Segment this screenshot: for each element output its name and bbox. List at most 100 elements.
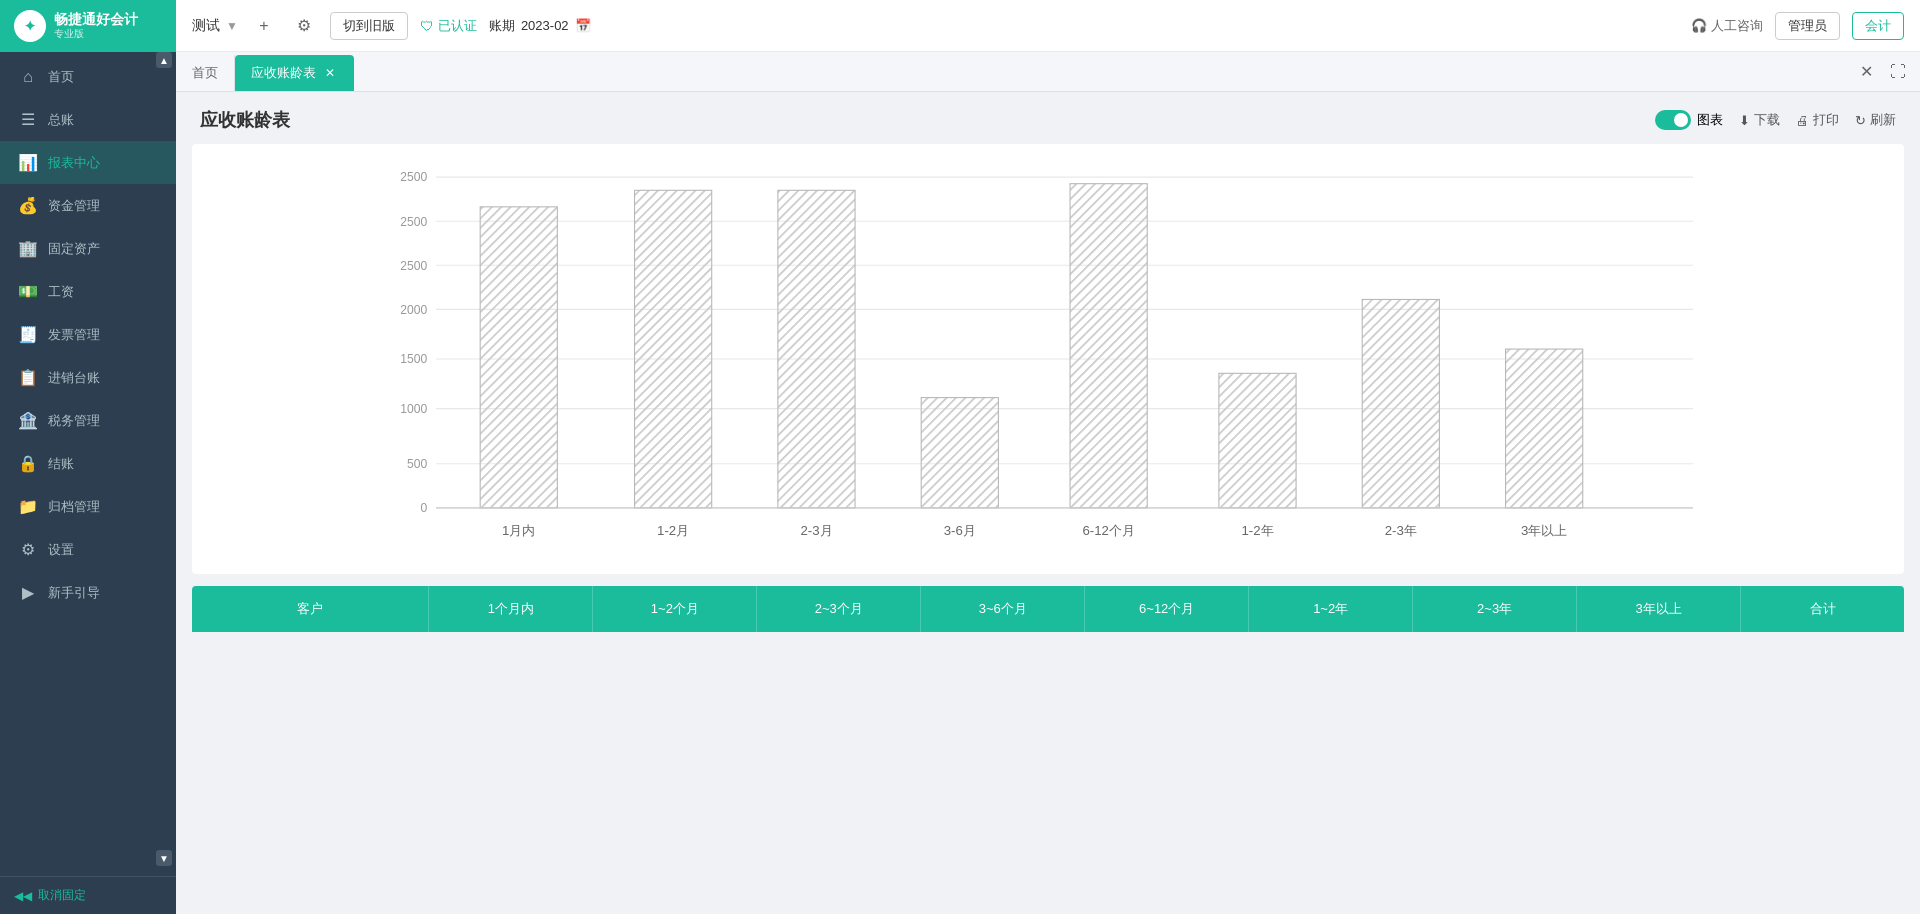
tab-expand-button[interactable]: ⛶: [1884, 58, 1912, 86]
svg-text:2500: 2500: [400, 170, 427, 184]
sidebar-item-archive[interactable]: 📁 归档管理: [0, 485, 176, 528]
role-button[interactable]: 会计: [1852, 12, 1904, 40]
tab-aging-close-button[interactable]: ✕: [322, 65, 338, 81]
col-1-2year: 1~2年: [1249, 586, 1413, 632]
sales-icon: 📋: [18, 368, 38, 387]
cancel-fixed-button[interactable]: ◀◀ 取消固定: [0, 876, 176, 914]
archive-icon: 📁: [18, 497, 38, 516]
col-3plus-year: 3年以上: [1577, 586, 1741, 632]
tabbar: 首页 应收账龄表 ✕ ✕ ⛶: [176, 52, 1920, 92]
tab-home[interactable]: 首页: [176, 55, 235, 91]
svg-text:2-3月: 2-3月: [800, 523, 832, 538]
bar-1-2年: [1219, 373, 1296, 508]
funds-icon: 💰: [18, 196, 38, 215]
col-6-12month: 6~12个月: [1085, 586, 1249, 632]
period-value: 2023-02: [521, 18, 569, 33]
sidebar-scroll-up[interactable]: ▲: [156, 52, 172, 68]
sidebar-nav: ⌂ 首页 ☰ 总账 📊 报表中心 💰 资金管理 🏢 固定资产 💵 工资 🧾 发票…: [0, 52, 176, 876]
gear-icon: ⚙: [297, 16, 311, 35]
svg-text:1-2月: 1-2月: [657, 523, 689, 538]
print-button[interactable]: 🖨 打印: [1796, 111, 1839, 129]
app-name: 畅捷通好会计: [54, 11, 138, 28]
role-label: 会计: [1865, 18, 1891, 33]
sidebar-item-ledger[interactable]: ☰ 总账: [0, 98, 176, 141]
download-button[interactable]: ⬇ 下载: [1739, 111, 1780, 129]
col-2-3month: 2~3个月: [757, 586, 921, 632]
sidebar-item-guide[interactable]: ▶ 新手引导: [0, 571, 176, 614]
certified-badge: 🛡 已认证: [420, 17, 477, 35]
sidebar: ✦ 畅捷通好会计 专业版 ▲ ⌂ 首页 ☰ 总账 📊 报表中心 💰 资金管理 🏢…: [0, 0, 176, 914]
project-chevron-icon: ▼: [226, 19, 238, 33]
page-title: 应收账龄表: [200, 108, 290, 132]
svg-text:3年以上: 3年以上: [1521, 523, 1567, 538]
user-button[interactable]: 管理员: [1775, 12, 1840, 40]
bar-6-12月: [1070, 184, 1147, 508]
sidebar-label-invoice: 发票管理: [48, 326, 100, 344]
tab-aging[interactable]: 应收账龄表 ✕: [235, 55, 354, 91]
sidebar-item-settings[interactable]: ⚙ 设置: [0, 528, 176, 571]
sidebar-label-reports: 报表中心: [48, 154, 100, 172]
main-area: 测试 ▼ + ⚙ 切到旧版 🛡 已认证 账期 2023-02 📅 🎧 人工咨询 …: [176, 0, 1920, 914]
bar-1月内: [480, 207, 557, 508]
project-selector[interactable]: 测试 ▼: [192, 17, 238, 35]
sidebar-scroll-down[interactable]: ▼: [156, 850, 172, 866]
calendar-icon: 📅: [575, 18, 591, 33]
app-logo-icon: ✦: [14, 10, 46, 42]
chart-container: 2500 2500 2500 2000 1500 1000 500 0: [192, 144, 1904, 574]
col-2-3year: 2~3年: [1413, 586, 1577, 632]
sidebar-item-tax[interactable]: 🏦 税务管理: [0, 399, 176, 442]
sidebar-item-funds[interactable]: 💰 资金管理: [0, 184, 176, 227]
svg-text:1500: 1500: [400, 352, 427, 366]
sidebar-logo: ✦ 畅捷通好会计 专业版: [0, 0, 176, 52]
reports-icon: 📊: [18, 153, 38, 172]
app-edition: 专业版: [54, 27, 138, 41]
col-total: 合计: [1741, 586, 1904, 632]
svg-text:2500: 2500: [400, 259, 427, 273]
page-header: 应收账龄表 图表 ⬇ 下载 🖨 打印 ↻ 刷新: [176, 92, 1920, 144]
headset-icon: 🎧: [1691, 18, 1707, 33]
user-label: 管理员: [1788, 18, 1827, 33]
sidebar-item-invoice[interactable]: 🧾 发票管理: [0, 313, 176, 356]
add-button[interactable]: +: [250, 12, 278, 40]
svg-text:500: 500: [407, 457, 427, 471]
assets-icon: 🏢: [18, 239, 38, 258]
certified-label: 已认证: [438, 17, 477, 35]
switch-version-button[interactable]: 切到旧版: [330, 12, 408, 40]
print-label: 打印: [1813, 111, 1839, 129]
sidebar-item-close[interactable]: 🔒 结账: [0, 442, 176, 485]
chart-toggle-wrap: 图表: [1655, 110, 1723, 130]
ledger-icon: ☰: [18, 110, 38, 129]
tab-close-button[interactable]: ✕: [1852, 58, 1880, 86]
tab-aging-label: 应收账龄表: [251, 64, 316, 82]
sidebar-label-home: 首页: [48, 68, 74, 86]
page-actions: 图表 ⬇ 下载 🖨 打印 ↻ 刷新: [1655, 110, 1896, 130]
tabbar-actions: ✕ ⛶: [1852, 52, 1920, 91]
guide-icon: ▶: [18, 583, 38, 602]
table-header: 客户 1个月内 1~2个月 2~3个月 3~6个月 6~12个月 1~2年 2~…: [192, 586, 1904, 632]
bar-2-3月: [778, 190, 855, 508]
period-label: 账期: [489, 17, 515, 35]
consult-button[interactable]: 🎧 人工咨询: [1691, 17, 1763, 35]
bar-1-2月: [635, 190, 712, 508]
refresh-label: 刷新: [1870, 111, 1896, 129]
pin-icon: ◀◀: [14, 889, 32, 903]
consult-label: 人工咨询: [1711, 17, 1763, 35]
table-container: 客户 1个月内 1~2个月 2~3个月 3~6个月 6~12个月 1~2年 2~…: [192, 586, 1904, 632]
sidebar-item-home[interactable]: ⌂ 首页: [0, 56, 176, 98]
sidebar-label-archive: 归档管理: [48, 498, 100, 516]
sidebar-label-sales: 进销台账: [48, 369, 100, 387]
chart-toggle[interactable]: [1655, 110, 1691, 130]
sidebar-label-guide: 新手引导: [48, 584, 100, 602]
sidebar-item-reports[interactable]: 📊 报表中心: [0, 141, 176, 184]
sidebar-item-wages[interactable]: 💵 工资: [0, 270, 176, 313]
chart-toggle-label: 图表: [1697, 111, 1723, 129]
sidebar-item-assets[interactable]: 🏢 固定资产: [0, 227, 176, 270]
tax-icon: 🏦: [18, 411, 38, 430]
col-1-2month: 1~2个月: [593, 586, 757, 632]
svg-text:2500: 2500: [400, 215, 427, 229]
refresh-button[interactable]: ↻ 刷新: [1855, 111, 1896, 129]
topbar: 测试 ▼ + ⚙ 切到旧版 🛡 已认证 账期 2023-02 📅 🎧 人工咨询 …: [176, 0, 1920, 52]
sidebar-label-tax: 税务管理: [48, 412, 100, 430]
settings-button[interactable]: ⚙: [290, 12, 318, 40]
sidebar-item-sales[interactable]: 📋 进销台账: [0, 356, 176, 399]
